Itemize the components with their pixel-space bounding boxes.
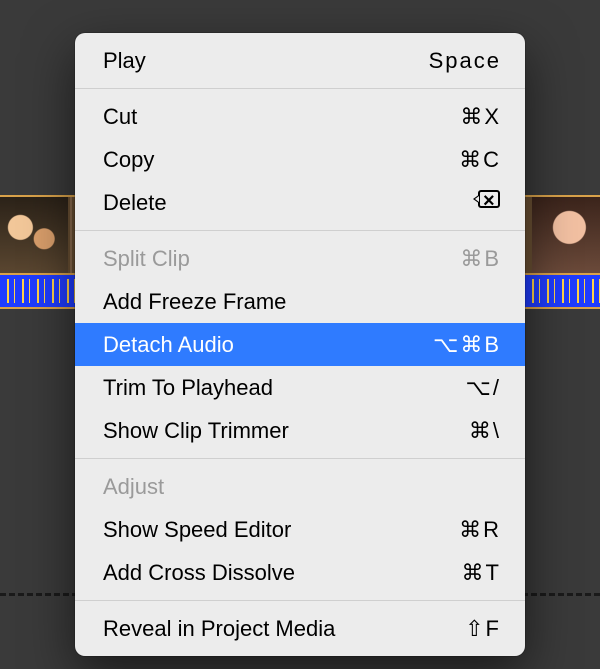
menu-item-shortcut: ⌘T (462, 556, 501, 589)
menu-item-label: Play (103, 44, 146, 77)
menu-item-shortcut: ⌘B (460, 242, 501, 275)
menu-item-detach-audio[interactable]: Detach Audio ⌥⌘B (75, 323, 525, 366)
menu-separator (75, 600, 525, 601)
menu-item-label: Add Freeze Frame (103, 285, 286, 318)
menu-item-label: Adjust (103, 470, 164, 503)
menu-item-label: Show Speed Editor (103, 513, 291, 546)
menu-separator (75, 230, 525, 231)
menu-item-shortcut: Space (429, 44, 501, 77)
menu-item-shortcut (473, 186, 501, 219)
menu-item-label: Cut (103, 100, 137, 133)
menu-item-shortcut: ⌘R (459, 513, 501, 546)
menu-item-label: Detach Audio (103, 328, 234, 361)
menu-item-label: Trim To Playhead (103, 371, 273, 404)
menu-item-shortcut: ⌘X (460, 100, 501, 133)
menu-item-shortcut: ⇧F (465, 612, 501, 645)
menu-item-reveal-in-project-media[interactable]: Reveal in Project Media ⇧F (75, 607, 525, 650)
menu-item-label: Split Clip (103, 242, 190, 275)
menu-item-label: Copy (103, 143, 154, 176)
clip-thumbnail[interactable] (532, 197, 600, 273)
menu-separator (75, 88, 525, 89)
menu-item-label: Reveal in Project Media (103, 612, 335, 645)
menu-item-split-clip: Split Clip ⌘B (75, 237, 525, 280)
menu-item-shortcut: ⌘C (459, 143, 501, 176)
menu-item-label: Add Cross Dissolve (103, 556, 295, 589)
clip-thumbnail[interactable] (0, 197, 68, 273)
menu-item-shortcut: ⌥/ (466, 371, 501, 404)
menu-item-cut[interactable]: Cut ⌘X (75, 95, 525, 138)
menu-item-label: Delete (103, 186, 167, 219)
backspace-icon (473, 190, 501, 210)
menu-item-trim-to-playhead[interactable]: Trim To Playhead ⌥/ (75, 366, 525, 409)
menu-item-show-clip-trimmer[interactable]: Show Clip Trimmer ⌘\ (75, 409, 525, 452)
menu-item-adjust: Adjust (75, 465, 525, 508)
context-menu: Play Space Cut ⌘X Copy ⌘C Delete Split C… (75, 33, 525, 656)
menu-item-add-cross-dissolve[interactable]: Add Cross Dissolve ⌘T (75, 551, 525, 594)
menu-separator (75, 458, 525, 459)
menu-item-copy[interactable]: Copy ⌘C (75, 138, 525, 181)
menu-item-play[interactable]: Play Space (75, 39, 525, 82)
menu-item-show-speed-editor[interactable]: Show Speed Editor ⌘R (75, 508, 525, 551)
menu-item-label: Show Clip Trimmer (103, 414, 289, 447)
menu-item-delete[interactable]: Delete (75, 181, 525, 224)
menu-item-shortcut: ⌥⌘B (433, 328, 501, 361)
menu-item-shortcut: ⌘\ (469, 414, 501, 447)
menu-item-add-freeze-frame[interactable]: Add Freeze Frame (75, 280, 525, 323)
